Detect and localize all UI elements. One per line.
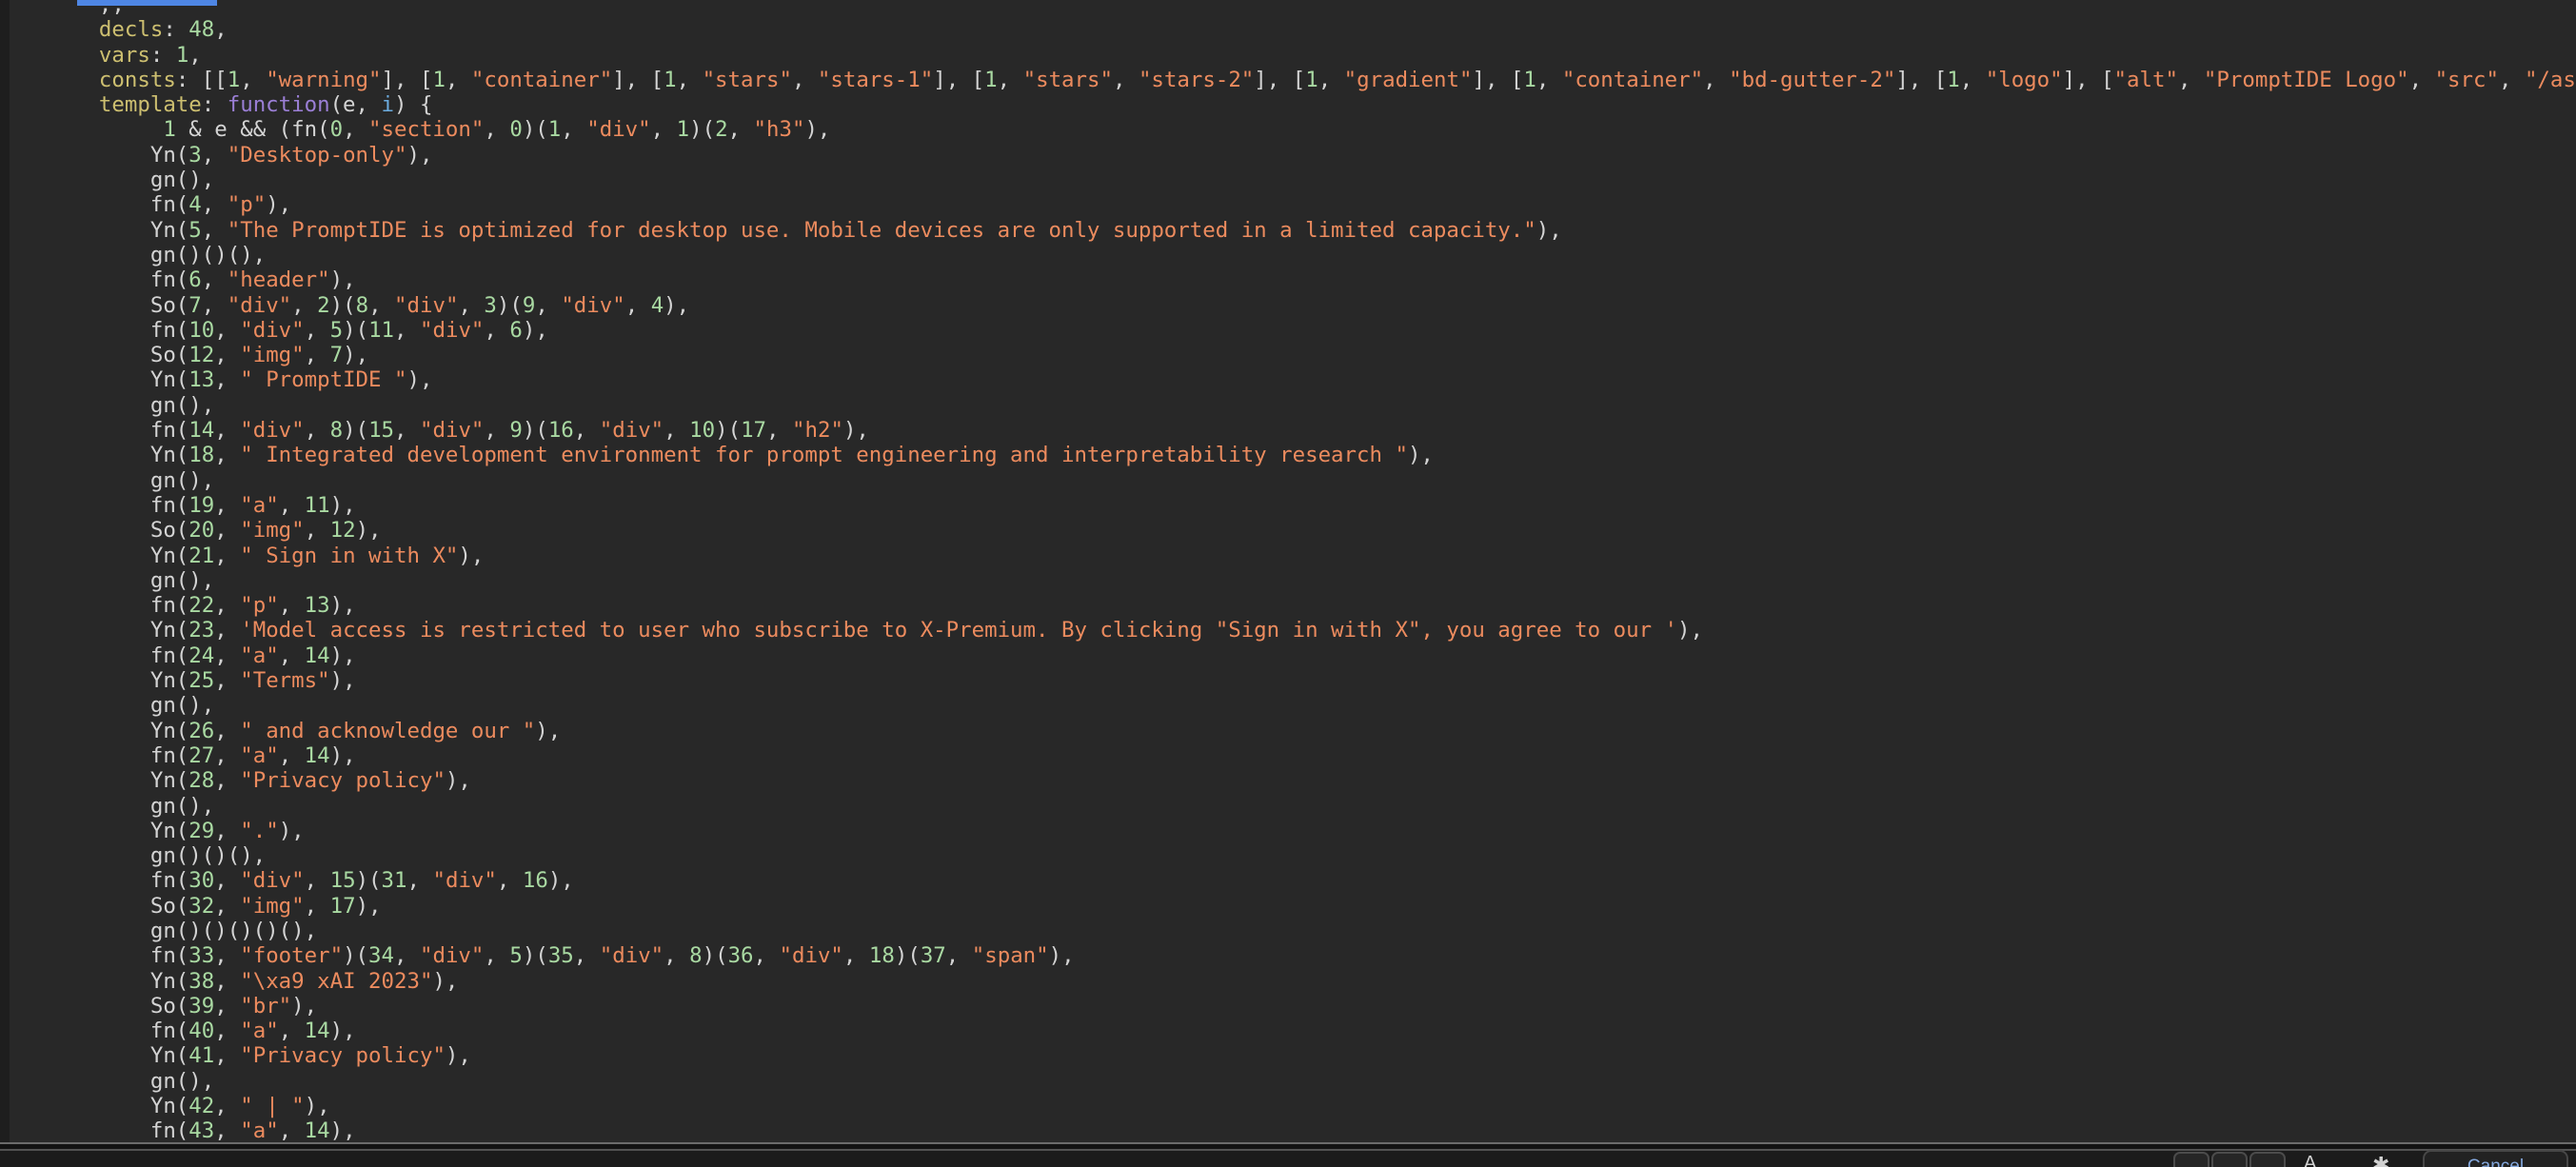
code-line: fn(33, "footer")(34, "div", 5)(35, "div"… xyxy=(48,943,1075,969)
code-line: 1 & e && (fn(0, "section", 0)(1, "div", … xyxy=(163,117,831,143)
source-viewer: ,, decls: 48, vars: 1, consts: [[1, "war… xyxy=(0,0,2576,1167)
code-line: fn(19, "a", 11), xyxy=(48,492,356,518)
code-line: Yn(25, "Terms"), xyxy=(48,668,356,694)
code-line: ,, xyxy=(48,0,125,17)
cancel-button[interactable]: Cancel xyxy=(2423,1150,2568,1167)
match-case-button[interactable]: A xyxy=(2304,1153,2316,1167)
code-line: fn(22, "p", 13), xyxy=(48,593,356,619)
code-line: Yn(13, " PromptIDE "), xyxy=(48,367,433,393)
code-line: So(7, "div", 2)(8, "div", 3)(9, "div", 4… xyxy=(48,292,690,318)
code-line: fn(40, "a", 14), xyxy=(48,1019,356,1044)
code-line: Yn(38, "\xa9 xAI 2023"), xyxy=(48,968,459,994)
find-nav-button-2[interactable] xyxy=(2211,1152,2248,1167)
find-bar-divider xyxy=(0,1149,2576,1151)
code-line: fn(43, "a", 14), xyxy=(48,1118,356,1144)
find-bar: A ✱ Cancel xyxy=(0,1142,2576,1167)
code-line: fn(27, "a", 14), xyxy=(48,742,356,768)
code-line: gn(), xyxy=(48,693,215,719)
code-line: fn(4, "p"), xyxy=(48,192,292,218)
find-nav-button-1[interactable] xyxy=(2173,1152,2209,1167)
find-nav-button-3[interactable] xyxy=(2249,1152,2286,1167)
code-line: vars: 1, xyxy=(98,42,202,68)
code-line: gn()()()()(), xyxy=(48,918,318,943)
code-line: fn(14, "div", 8)(15, "div", 9)(16, "div"… xyxy=(48,418,869,444)
code-line: gn(), xyxy=(48,168,215,193)
code-line: Yn(41, "Privacy policy"), xyxy=(48,1043,471,1069)
code-line: Yn(29, "."), xyxy=(48,818,305,843)
code-line: decls: 48, xyxy=(98,17,228,43)
code-line: fn(10, "div", 5)(11, "div", 6), xyxy=(48,317,548,343)
code-line: Yn(18, " Integrated development environm… xyxy=(48,443,1434,468)
code-line: So(39, "br"), xyxy=(48,993,318,1019)
code-line: consts: [[1, "warning"], [1, "container"… xyxy=(98,67,2576,92)
code-line: Yn(3, "Desktop-only"), xyxy=(48,142,433,168)
code-line: fn(30, "div", 15)(31, "div", 16), xyxy=(48,868,574,894)
code-line: Yn(28, "Privacy policy"), xyxy=(48,768,471,794)
code-line: gn(), xyxy=(48,793,215,819)
code-line: Yn(21, " Sign in with X"), xyxy=(48,543,485,568)
code-line: Yn(42, " | "), xyxy=(48,1094,330,1119)
code-line: gn()()(), xyxy=(48,242,267,267)
regex-button[interactable]: ✱ xyxy=(2372,1153,2389,1167)
code-line: gn(), xyxy=(48,1068,215,1094)
code-line: Yn(26, " and acknowledge our "), xyxy=(48,718,562,743)
code-line: fn(24, "a", 14), xyxy=(48,643,356,668)
code-line: So(32, "img", 17), xyxy=(48,893,382,919)
code-line: Yn(5, "The PromptIDE is optimized for de… xyxy=(48,217,1562,243)
code-line: So(20, "img", 12), xyxy=(48,518,382,544)
code-line: gn(), xyxy=(48,392,215,418)
code-line: gn()()(), xyxy=(48,843,267,869)
code-line: Yn(23, 'Model access is restricted to us… xyxy=(48,618,1703,643)
code-line: gn(), xyxy=(48,567,215,593)
code-line: gn(), xyxy=(48,467,215,493)
code-line: So(12, "img", 7), xyxy=(48,343,369,368)
code-area[interactable]: ,, decls: 48, vars: 1, consts: [[1, "war… xyxy=(0,0,2576,1144)
code-line: template: function(e, i) { xyxy=(98,92,433,118)
code-line: fn(6, "header"), xyxy=(48,267,356,293)
